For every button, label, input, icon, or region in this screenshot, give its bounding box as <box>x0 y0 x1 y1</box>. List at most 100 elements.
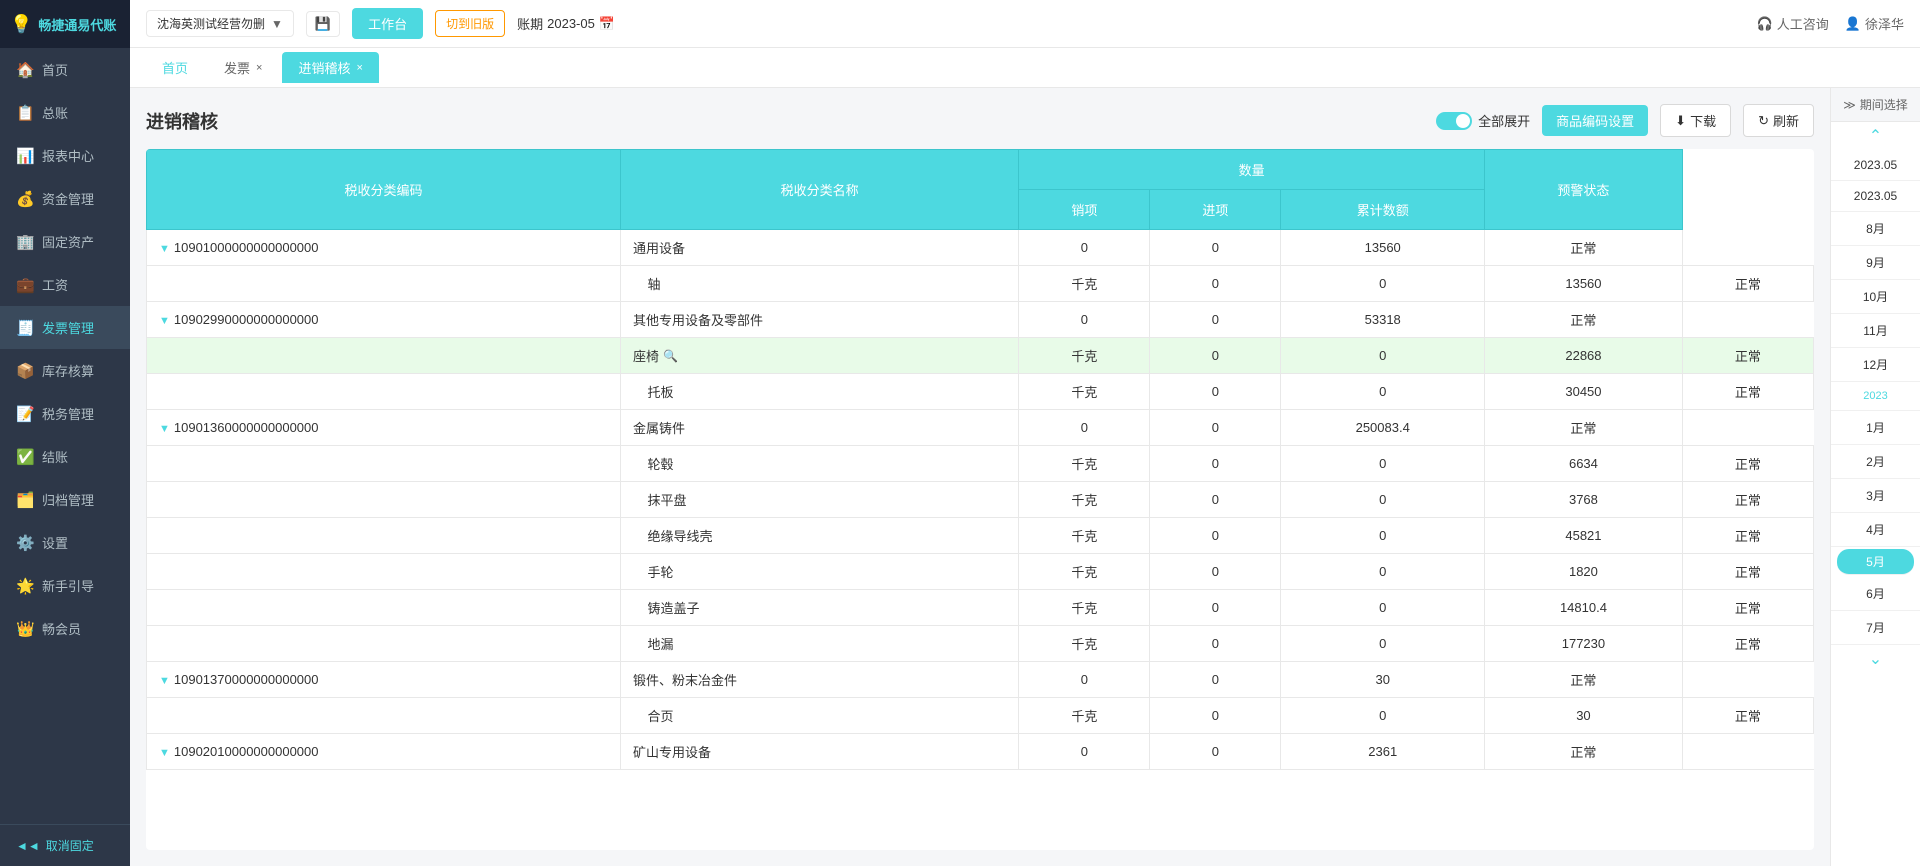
sidebar-item-label-archive: 归档管理 <box>42 490 94 509</box>
sidebar-item-label-tax: 税务管理 <box>42 404 94 423</box>
download-icon: ⬇ <box>1675 113 1686 129</box>
funds-icon: 💰 <box>16 190 34 208</box>
save-button[interactable]: 💾 <box>306 11 340 37</box>
user-name: 徐泽华 <box>1865 14 1904 33</box>
invoice-icon: 🧾 <box>16 319 34 337</box>
guide-icon: 🌟 <box>16 577 34 595</box>
category-total: 53318 <box>1281 302 1485 338</box>
period-item-9月[interactable]: 9月 <box>1831 246 1920 280</box>
item-unit: 千克 <box>1019 374 1150 410</box>
category-status: 正常 <box>1485 410 1683 446</box>
period-item-3月[interactable]: 3月 <box>1831 479 1920 513</box>
expand-icon[interactable]: ▼ <box>159 315 170 327</box>
item-sale: 0 <box>1150 266 1281 302</box>
item-purchase: 0 <box>1281 554 1485 590</box>
item-name: 座椅 🔍 <box>621 338 1019 374</box>
sidebar-item-invoice[interactable]: 🧾发票管理 <box>0 306 130 349</box>
toggle-expand[interactable]: 全部展开 <box>1436 111 1530 130</box>
header-tax-name: 税收分类名称 <box>621 150 1019 230</box>
item-name: 抹平盘 <box>621 482 1019 518</box>
company-name: 沈海英测试经营勿删 <box>157 15 265 32</box>
scroll-up-button[interactable]: ⌃ <box>1831 122 1920 150</box>
tab-home[interactable]: 首页 <box>146 52 204 83</box>
right-panel: ≫ 期间选择 ⌃ 2023.052023.058月9月10月11月12月2023… <box>1830 88 1920 866</box>
download-label: 下载 <box>1690 111 1716 130</box>
expand-icon[interactable]: ▼ <box>159 423 170 435</box>
item-unit: 千克 <box>1019 518 1150 554</box>
sidebar-item-settlement[interactable]: ✅结账 <box>0 435 130 478</box>
switch-version-button[interactable]: 切到旧版 <box>435 10 505 37</box>
tab-reconcile[interactable]: 进销稽核 × <box>282 52 378 83</box>
tab-invoice[interactable]: 发票 × <box>208 52 278 83</box>
period-item-6月[interactable]: 6月 <box>1831 577 1920 611</box>
sidebar-item-label-funds: 资金管理 <box>42 189 94 208</box>
period-item-10月[interactable]: 10月 <box>1831 280 1920 314</box>
item-total: 14810.4 <box>1485 590 1683 626</box>
user-item[interactable]: 👤 徐泽华 <box>1845 14 1904 33</box>
period-item-7月[interactable]: 7月 <box>1831 611 1920 645</box>
sidebar-item-assets[interactable]: 🏢固定资产 <box>0 220 130 263</box>
tab-invoice-close[interactable]: × <box>256 62 262 74</box>
headset-icon: 🎧 <box>1757 16 1773 32</box>
page-title: 进销稽核 <box>146 108 218 134</box>
item-name: 铸造盖子 <box>621 590 1019 626</box>
period-item-4月[interactable]: 4月 <box>1831 513 1920 547</box>
refresh-button[interactable]: ↻ 刷新 <box>1743 104 1814 137</box>
tab-reconcile-close[interactable]: × <box>356 62 362 74</box>
archive-icon: 🗂️ <box>16 491 34 509</box>
sidebar-item-payroll[interactable]: 💼工资 <box>0 263 130 306</box>
table-row: ▼10902010000000000000 矿山专用设备 0 0 2361 正常 <box>147 734 1814 770</box>
period-item-0[interactable]: 2023.05 <box>1831 150 1920 181</box>
sidebar-item-ledger[interactable]: 📋总账 <box>0 91 130 134</box>
sidebar-item-archive[interactable]: 🗂️ 归档管理 <box>0 478 130 521</box>
expand-icon[interactable]: ▼ <box>159 243 170 255</box>
expand-icon[interactable]: ▼ <box>159 747 170 759</box>
app-name: 畅捷通易代账 <box>38 15 116 34</box>
support-item[interactable]: 🎧 人工咨询 <box>1757 14 1829 33</box>
item-purchase: 0 <box>1281 626 1485 662</box>
settlement-icon: ✅ <box>16 448 34 466</box>
item-name: 托板 <box>621 374 1019 410</box>
category-code: ▼10901360000000000000 <box>147 410 621 446</box>
tab-bar: 首页 发票 × 进销稽核 × <box>130 48 1920 88</box>
table-row: ▼10901370000000000000 锻件、粉末冶金件 0 0 30 正常 <box>147 662 1814 698</box>
item-total: 45821 <box>1485 518 1683 554</box>
calendar-icon[interactable]: 📅 <box>599 16 615 32</box>
sidebar-item-member[interactable]: 👑畅会员 <box>0 607 130 650</box>
period-item-11月[interactable]: 11月 <box>1831 314 1920 348</box>
scroll-down-button[interactable]: ⌄ <box>1831 645 1920 673</box>
item-code <box>147 338 621 374</box>
download-button[interactable]: ⬇ 下载 <box>1660 104 1731 137</box>
period-item-active[interactable]: 5月 <box>1837 549 1914 575</box>
refresh-icon: ↻ <box>1758 113 1769 129</box>
settings-icon: ⚙️ <box>16 534 34 552</box>
sidebar: 💡 畅捷通易代账 🏠首页📋总账📊报表中心💰资金管理🏢固定资产💼工资🧾发票管理📦库… <box>0 0 130 866</box>
company-selector[interactable]: 沈海英测试经营勿删 ▼ <box>146 10 294 37</box>
period-item-12月[interactable]: 12月 <box>1831 348 1920 382</box>
workspace-button[interactable]: 工作台 <box>352 8 423 39</box>
sidebar-item-tax[interactable]: 📝税务管理 <box>0 392 130 435</box>
settings-button[interactable]: 商品编码设置 <box>1542 105 1648 136</box>
period-item-2月[interactable]: 2月 <box>1831 445 1920 479</box>
period-item-1月[interactable]: 1月 <box>1831 411 1920 445</box>
sidebar-item-inventory[interactable]: 📦库存核算 <box>0 349 130 392</box>
category-sale: 0 <box>1019 302 1150 338</box>
toggle-switch[interactable] <box>1436 112 1472 130</box>
sidebar-item-home[interactable]: 🏠首页 <box>0 48 130 91</box>
header-quantity: 数量 <box>1019 150 1485 190</box>
expand-icon[interactable]: ▼ <box>159 675 170 687</box>
sidebar-item-settings[interactable]: ⚙️ 设置 <box>0 521 130 564</box>
header-status: 预警状态 <box>1485 150 1683 230</box>
search-icon[interactable]: 🔍 <box>663 349 678 363</box>
sidebar-item-guide[interactable]: 🌟新手引导 <box>0 564 130 607</box>
sidebar-item-reports[interactable]: 📊报表中心 <box>0 134 130 177</box>
period-item-1[interactable]: 2023.05 <box>1831 181 1920 212</box>
sidebar-item-label-settings: 设置 <box>42 533 68 552</box>
sidebar-item-funds[interactable]: 💰 资金管理 <box>0 177 130 220</box>
item-purchase: 0 <box>1281 266 1485 302</box>
item-total: 3768 <box>1485 482 1683 518</box>
period-item-8月[interactable]: 8月 <box>1831 212 1920 246</box>
sidebar-footer[interactable]: ◄◄ 取消固定 <box>0 824 130 866</box>
header-tax-code: 税收分类编码 <box>147 150 621 230</box>
refresh-label: 刷新 <box>1773 111 1799 130</box>
